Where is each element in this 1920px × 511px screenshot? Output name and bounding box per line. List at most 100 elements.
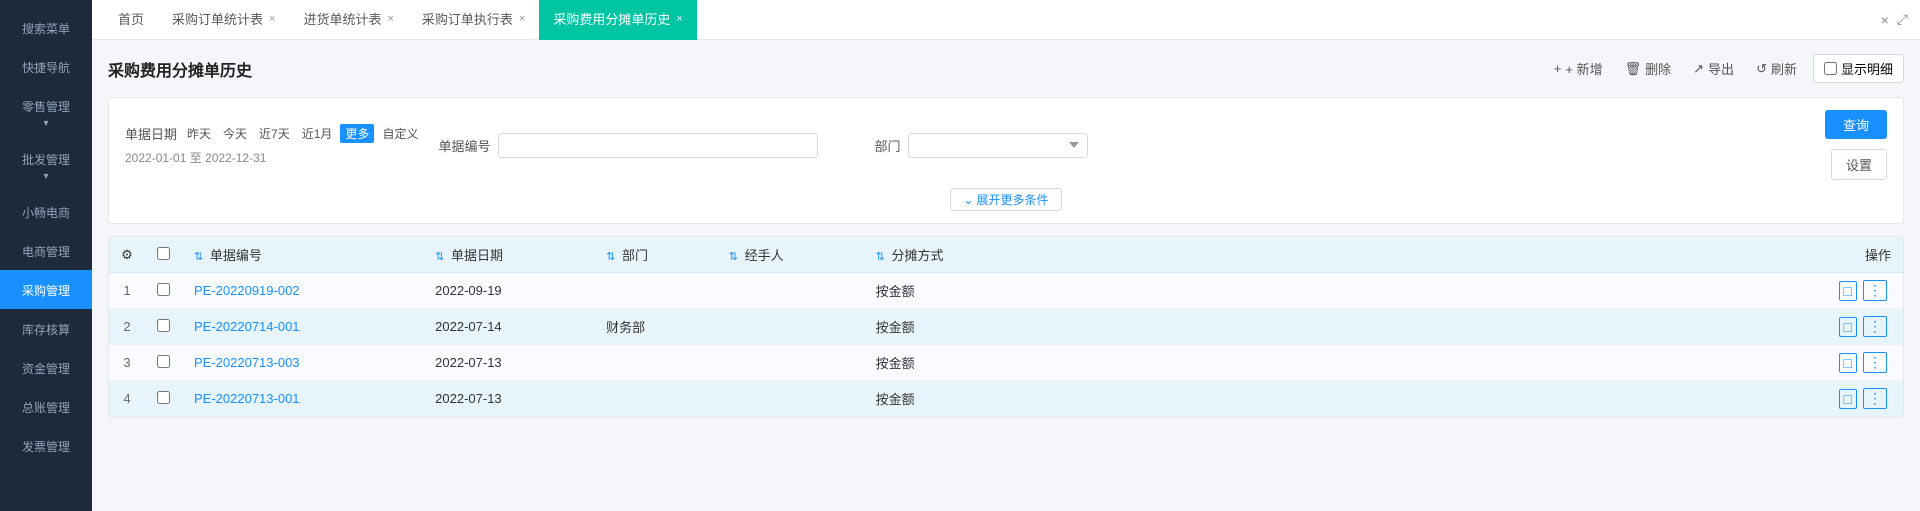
- select-all-checkbox[interactable]: [157, 247, 170, 260]
- row-alloc-method: 按金额: [864, 345, 1761, 381]
- tab-close-icon[interactable]: ×: [519, 13, 525, 25]
- page-header: 采购费用分摊单历史 + + 新增 🗑 删除 ↗ 导出 ↺ 刷新: [108, 54, 1904, 83]
- row-detail-icon[interactable]: □: [1839, 353, 1857, 373]
- doc-no-input[interactable]: [498, 133, 818, 158]
- date-range-display: 2022-01-01 至 2022-12-31: [125, 149, 422, 166]
- row-checkbox[interactable]: [157, 319, 170, 332]
- doc-link[interactable]: PE-20220919-002: [194, 283, 300, 298]
- settings-icon[interactable]: ⚙: [121, 247, 133, 262]
- sidebar-item-quicknav[interactable]: 快捷导航: [0, 47, 92, 86]
- row-checkbox[interactable]: [157, 283, 170, 296]
- sidebar-item-search[interactable]: 搜索菜单: [0, 8, 92, 47]
- doc-link[interactable]: PE-20220714-001: [194, 319, 300, 334]
- sidebar-item-wholesale[interactable]: 批发管理 ▾: [0, 139, 92, 192]
- row-more-icon[interactable]: ⋮: [1863, 316, 1887, 337]
- refresh-icon: ↺: [1756, 61, 1767, 77]
- col-dept: ⇅ 部门: [594, 237, 717, 273]
- show-cols-checkbox[interactable]: [1824, 62, 1837, 75]
- delete-button[interactable]: 🗑 删除: [1619, 55, 1678, 82]
- tab-purchase-order-stat[interactable]: 采购订单统计表 ×: [158, 0, 289, 40]
- sort-icon: ⇅: [606, 251, 615, 263]
- doc-link[interactable]: PE-20220713-001: [194, 391, 300, 406]
- tab-bar: 首页 采购订单统计表 × 进货单统计表 × 采购订单执行表 × 采购费用分摊单历…: [92, 0, 1920, 40]
- row-checkbox[interactable]: [157, 355, 170, 368]
- add-button[interactable]: + + 新增: [1548, 55, 1609, 82]
- row-doc-date: 2022-09-19: [423, 273, 594, 309]
- table-row: 1 PE-20220919-002 2022-09-19 按金额 □ ⋮: [109, 273, 1903, 309]
- refresh-button[interactable]: ↺ 刷新: [1750, 55, 1803, 82]
- sidebar-item-purchase[interactable]: 采购管理: [0, 270, 92, 309]
- row-doc-no: PE-20220713-003: [182, 345, 423, 381]
- row-more-icon[interactable]: ⋮: [1863, 352, 1887, 373]
- tab-home[interactable]: 首页: [104, 0, 158, 40]
- row-checkbox-cell: [145, 273, 182, 309]
- sidebar-item-finance[interactable]: 资金管理: [0, 348, 92, 387]
- 7days-shortcut[interactable]: 近7天: [255, 124, 294, 143]
- add-icon: +: [1554, 61, 1562, 76]
- row-more-icon[interactable]: ⋮: [1863, 280, 1887, 301]
- tab-purchase-exec[interactable]: 采购订单执行表 ×: [408, 0, 539, 40]
- row-detail-icon[interactable]: □: [1839, 389, 1857, 409]
- row-alloc-method: 按金额: [864, 273, 1761, 309]
- col-handler: ⇅ 经手人: [717, 237, 864, 273]
- row-detail-icon[interactable]: □: [1839, 281, 1857, 301]
- custom-shortcut[interactable]: 自定义: [378, 124, 422, 143]
- row-more-icon[interactable]: ⋮: [1863, 388, 1887, 409]
- 1month-shortcut[interactable]: 近1月: [298, 124, 337, 143]
- show-cols-toggle[interactable]: 显示明细: [1813, 54, 1904, 83]
- table-row: 4 PE-20220713-001 2022-07-13 按金额 □ ⋮: [109, 381, 1903, 417]
- row-doc-no: PE-20220714-001: [182, 309, 423, 345]
- sidebar-item-invoice[interactable]: 发票管理: [0, 426, 92, 465]
- tab-close-icon[interactable]: ×: [676, 13, 682, 25]
- chevron-down-icon: ▾: [43, 118, 48, 129]
- doc-link[interactable]: PE-20220713-003: [194, 355, 300, 370]
- row-actions-cell: □ ⋮: [1761, 273, 1903, 309]
- row-handler: [717, 345, 864, 381]
- date-label: 单据日期: [125, 124, 177, 143]
- main-content: 首页 采购订单统计表 × 进货单统计表 × 采购订单执行表 × 采购费用分摊单历…: [92, 0, 1920, 511]
- query-button[interactable]: 查询: [1825, 110, 1887, 139]
- row-handler: [717, 309, 864, 345]
- col-actions: 操作: [1761, 237, 1903, 273]
- row-doc-no: PE-20220919-002: [182, 273, 423, 309]
- row-handler: [717, 273, 864, 309]
- table-row: 2 PE-20220714-001 2022-07-14 财务部 按金额 □ ⋮: [109, 309, 1903, 345]
- filter-row: 单据日期 昨天 今天 近7天 近1月 更多 自定义 2022-01-01 至 2…: [125, 110, 1887, 180]
- row-dept: [594, 345, 717, 381]
- chevron-down-icon: ▾: [43, 171, 48, 182]
- row-detail-icon[interactable]: □: [1839, 317, 1857, 337]
- maximize-icon[interactable]: ⤢: [1897, 11, 1908, 28]
- expand-more-button[interactable]: ⌄ 展开更多条件: [950, 188, 1061, 211]
- sort-icon: ⇅: [194, 251, 203, 263]
- table-header-row: ⚙ ⇅ 单据编号 ⇅ 单据日期: [109, 237, 1903, 273]
- date-shortcuts: 昨天 今天 近7天 近1月 更多 自定义: [183, 124, 422, 143]
- table-container: ⚙ ⇅ 单据编号 ⇅ 单据日期: [108, 236, 1904, 418]
- export-button[interactable]: ↗ 导出: [1687, 55, 1740, 82]
- doc-no-label: 单据编号: [438, 136, 490, 155]
- dept-label: 部门: [874, 136, 900, 155]
- sidebar-item-ledger[interactable]: 总账管理: [0, 387, 92, 426]
- row-num-cell: 3: [109, 345, 145, 381]
- settings-button[interactable]: 设置: [1831, 149, 1887, 180]
- yesterday-shortcut[interactable]: 昨天: [183, 124, 215, 143]
- row-alloc-method: 按金额: [864, 309, 1761, 345]
- sidebar-item-retail[interactable]: 零售管理 ▾: [0, 86, 92, 139]
- minimize-icon[interactable]: ×: [1881, 12, 1889, 28]
- row-num-cell: 2: [109, 309, 145, 345]
- today-shortcut[interactable]: 今天: [219, 124, 251, 143]
- sidebar-item-ecommerce[interactable]: 电商管理: [0, 231, 92, 270]
- row-checkbox[interactable]: [157, 391, 170, 404]
- dept-filter: 部门 财务部: [874, 133, 1809, 158]
- row-actions-cell: □ ⋮: [1761, 381, 1903, 417]
- col-doc-date: ⇅ 单据日期: [423, 237, 594, 273]
- tab-alloc-history[interactable]: 采购费用分摊单历史 ×: [539, 0, 696, 40]
- more-shortcut[interactable]: 更多: [340, 124, 374, 143]
- tab-close-icon[interactable]: ×: [269, 13, 275, 25]
- row-checkbox-cell: [145, 345, 182, 381]
- sidebar-item-ecommerce-small[interactable]: 小畅电商: [0, 192, 92, 231]
- tab-close-icon[interactable]: ×: [387, 13, 393, 25]
- page-content: 采购费用分摊单历史 + + 新增 🗑 删除 ↗ 导出 ↺ 刷新: [92, 40, 1920, 511]
- sidebar-item-inventory[interactable]: 库存核算: [0, 309, 92, 348]
- dept-select[interactable]: 财务部: [908, 133, 1088, 158]
- tab-inbound-stat[interactable]: 进货单统计表 ×: [289, 0, 407, 40]
